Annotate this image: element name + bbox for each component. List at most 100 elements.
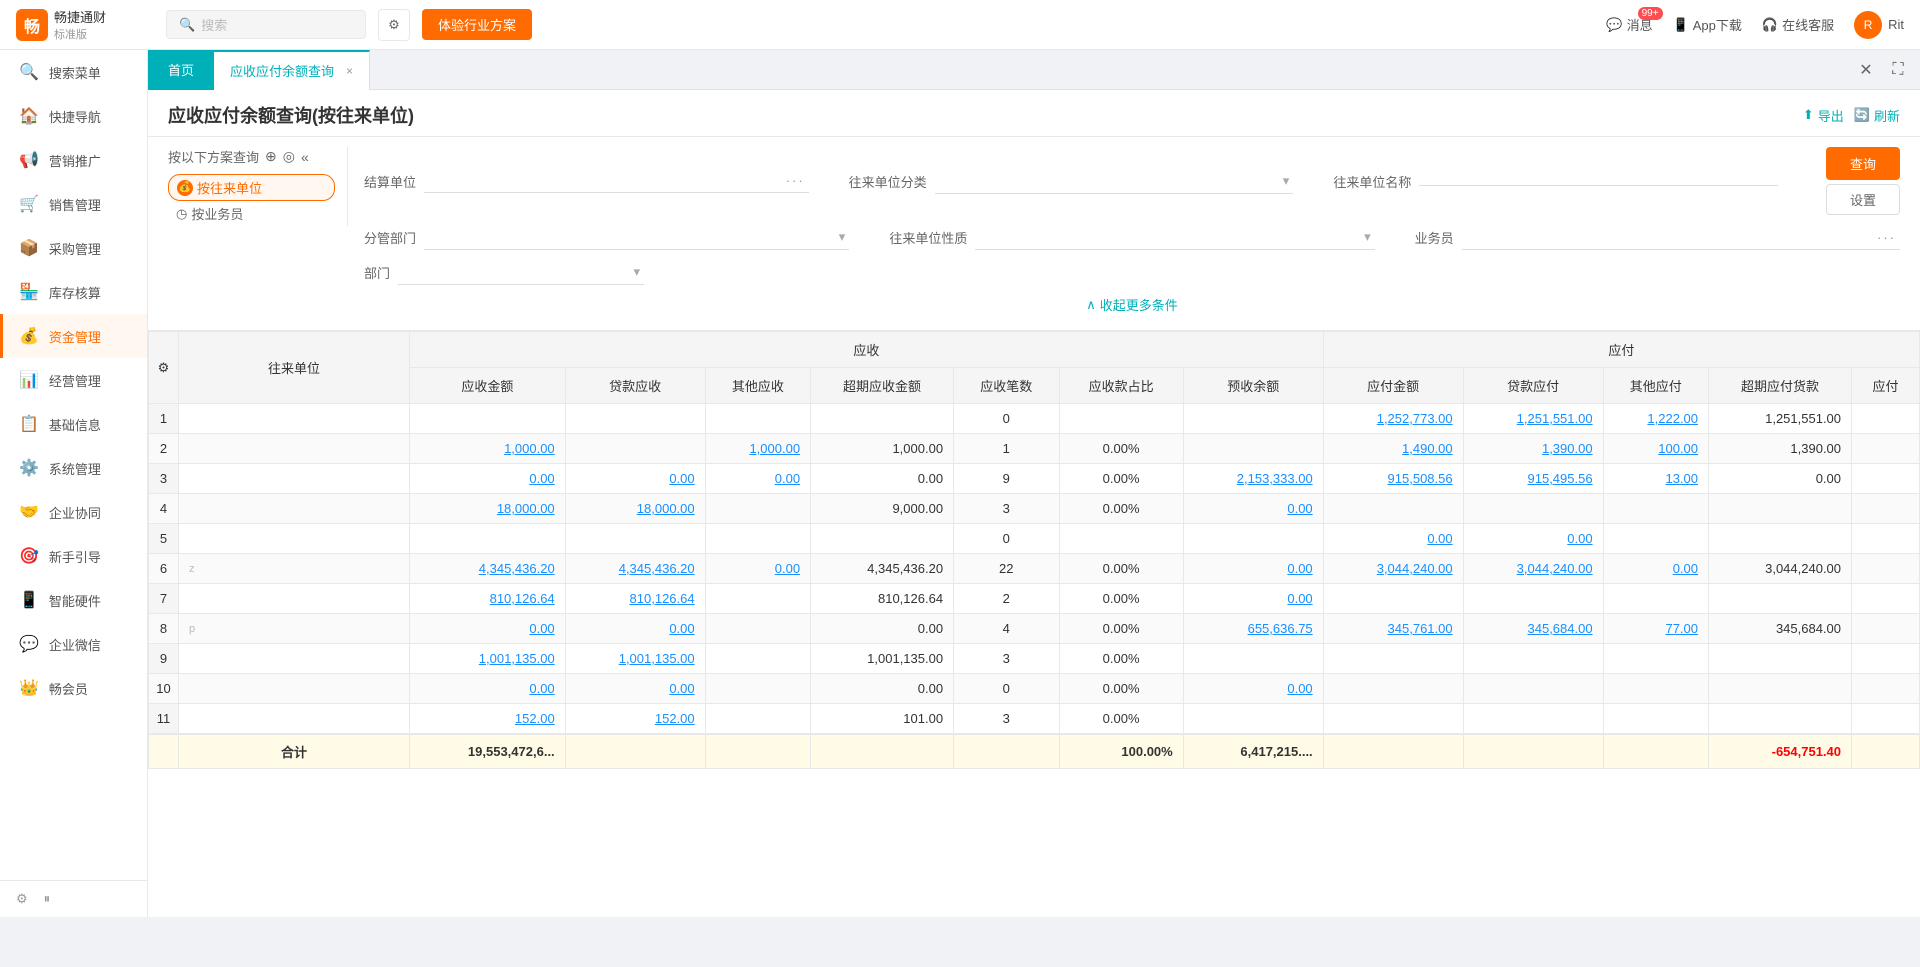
cell-p-loan[interactable] [1463, 674, 1603, 704]
tab-close-window-icon[interactable]: ✕ [1852, 56, 1880, 84]
cell-p-loan[interactable]: 1,251,551.00 [1463, 404, 1603, 434]
cell-r-other[interactable] [705, 584, 810, 614]
cell-r-loan[interactable]: 1,001,135.00 [565, 644, 705, 674]
cell-p-loan[interactable] [1463, 704, 1603, 735]
cell-p-loan[interactable]: 0.00 [1463, 524, 1603, 554]
cell-r-loan[interactable]: 4,345,436.20 [565, 554, 705, 584]
cell-p-amount[interactable] [1323, 644, 1463, 674]
cell-r-other[interactable] [705, 704, 810, 735]
cell-r-other[interactable] [705, 674, 810, 704]
cell-r-prepay[interactable]: 0.00 [1183, 584, 1323, 614]
counterparty-nature-select[interactable]: ▾ [975, 225, 1374, 250]
sidebar-item-member[interactable]: 👑 畅会员 [0, 666, 147, 710]
cell-p-loan[interactable]: 3,044,240.00 [1463, 554, 1603, 584]
cell-p-loan[interactable] [1463, 644, 1603, 674]
cell-p-other[interactable] [1603, 704, 1708, 735]
user-info[interactable]: R Rit [1854, 11, 1904, 39]
sidebar-item-smart-hw[interactable]: 📱 智能硬件 [0, 578, 147, 622]
cell-p-other[interactable] [1603, 644, 1708, 674]
cell-r-prepay[interactable] [1183, 704, 1323, 735]
cell-r-other[interactable]: 0.00 [705, 554, 810, 584]
cell-p-amount[interactable] [1323, 584, 1463, 614]
cell-r-prepay[interactable] [1183, 644, 1323, 674]
tab-close-icon[interactable]: × [346, 64, 353, 78]
cell-p-other[interactable]: 13.00 [1603, 464, 1708, 494]
cell-p-amount[interactable] [1323, 674, 1463, 704]
cell-r-other[interactable]: 0.00 [705, 464, 810, 494]
sidebar-item-newbie[interactable]: 🎯 新手引导 [0, 534, 147, 578]
department-select[interactable]: ▾ [398, 260, 644, 285]
cell-r-prepay[interactable] [1183, 524, 1323, 554]
cell-r-loan[interactable]: 18,000.00 [565, 494, 705, 524]
cell-r-amount[interactable]: 810,126.64 [410, 584, 566, 614]
add-scheme-icon[interactable]: ⊕ [265, 148, 277, 165]
cell-r-loan[interactable]: 0.00 [565, 464, 705, 494]
sidebar-item-corp-wx[interactable]: 💬 企业微信 [0, 622, 147, 666]
cell-r-amount[interactable]: 18,000.00 [410, 494, 566, 524]
cell-r-amount[interactable]: 4,345,436.20 [410, 554, 566, 584]
cell-p-amount[interactable]: 345,761.00 [1323, 614, 1463, 644]
sidebar-item-base-info[interactable]: 📋 基础信息 [0, 402, 147, 446]
cell-r-amount[interactable]: 0.00 [410, 464, 566, 494]
cell-p-other[interactable]: 1,222.00 [1603, 404, 1708, 434]
cell-r-prepay[interactable]: 0.00 [1183, 674, 1323, 704]
cell-r-prepay[interactable]: 0.00 [1183, 494, 1323, 524]
settings-icon[interactable]: ⚙ [378, 9, 410, 41]
cell-p-loan[interactable]: 1,390.00 [1463, 434, 1603, 464]
tab-home[interactable]: 首页 [148, 50, 214, 90]
cell-p-loan[interactable]: 915,495.56 [1463, 464, 1603, 494]
cell-p-amount[interactable]: 3,044,240.00 [1323, 554, 1463, 584]
sidebar-settings-icon[interactable]: ⚙ [16, 891, 28, 907]
cell-r-loan[interactable]: 0.00 [565, 614, 705, 644]
collapse-filter-button[interactable]: ∧ 收起更多条件 [364, 289, 1900, 320]
cell-r-amount[interactable] [410, 524, 566, 554]
cell-r-prepay[interactable]: 655,636.75 [1183, 614, 1323, 644]
cell-p-other[interactable] [1603, 584, 1708, 614]
cell-r-prepay[interactable] [1183, 404, 1323, 434]
cell-r-prepay[interactable] [1183, 434, 1323, 464]
scheme-by-counterparty[interactable]: 💰 按往来单位 [168, 174, 335, 201]
cell-r-other[interactable] [705, 524, 810, 554]
cell-r-other[interactable] [705, 404, 810, 434]
sidebar-item-operations[interactable]: 📊 经营管理 [0, 358, 147, 402]
col-settings[interactable]: ⚙ [149, 332, 179, 404]
header-search-bar[interactable]: 🔍 搜索 [166, 10, 366, 39]
cell-r-other[interactable]: 1,000.00 [705, 434, 810, 464]
cell-r-amount[interactable]: 0.00 [410, 614, 566, 644]
cell-p-other[interactable] [1603, 674, 1708, 704]
cell-r-amount[interactable]: 1,000.00 [410, 434, 566, 464]
cell-r-other[interactable] [705, 494, 810, 524]
counterparty-name-input[interactable] [1419, 177, 1778, 186]
messages-button[interactable]: 💬 消息 99+ [1606, 15, 1652, 34]
sidebar-item-sales[interactable]: 🛒 销售管理 [0, 182, 147, 226]
scheme-by-salesman[interactable]: ◷ 按业务员 [168, 201, 335, 226]
cell-r-loan[interactable] [565, 524, 705, 554]
cell-p-other[interactable] [1603, 524, 1708, 554]
cell-p-other[interactable]: 100.00 [1603, 434, 1708, 464]
cell-p-loan[interactable]: 345,684.00 [1463, 614, 1603, 644]
cell-p-amount[interactable]: 1,490.00 [1323, 434, 1463, 464]
promo-button[interactable]: 体验行业方案 [422, 9, 532, 40]
cell-p-loan[interactable] [1463, 494, 1603, 524]
dept-select[interactable]: ▾ [424, 225, 849, 250]
cell-r-loan[interactable] [565, 404, 705, 434]
setting-scheme-icon[interactable]: ◎ [283, 148, 295, 165]
cell-r-amount[interactable]: 152.00 [410, 704, 566, 735]
cell-r-amount[interactable]: 1,001,135.00 [410, 644, 566, 674]
cell-p-amount[interactable]: 0.00 [1323, 524, 1463, 554]
more-scheme-icon[interactable]: « [301, 149, 309, 165]
cell-r-other[interactable] [705, 644, 810, 674]
cell-r-loan[interactable]: 152.00 [565, 704, 705, 735]
cell-r-loan[interactable]: 810,126.64 [565, 584, 705, 614]
cell-p-other[interactable]: 0.00 [1603, 554, 1708, 584]
counterparty-type-select[interactable]: ▾ [935, 169, 1294, 194]
cell-p-amount[interactable] [1323, 704, 1463, 735]
cell-p-amount[interactable]: 915,508.56 [1323, 464, 1463, 494]
cell-p-amount[interactable] [1323, 494, 1463, 524]
sidebar-item-capital[interactable]: 💰 资金管理 [0, 314, 147, 358]
cell-p-other[interactable] [1603, 494, 1708, 524]
cell-r-loan[interactable]: 0.00 [565, 674, 705, 704]
sidebar-item-corp-coop[interactable]: 🤝 企业协同 [0, 490, 147, 534]
cell-r-other[interactable] [705, 614, 810, 644]
cell-r-amount[interactable] [410, 404, 566, 434]
